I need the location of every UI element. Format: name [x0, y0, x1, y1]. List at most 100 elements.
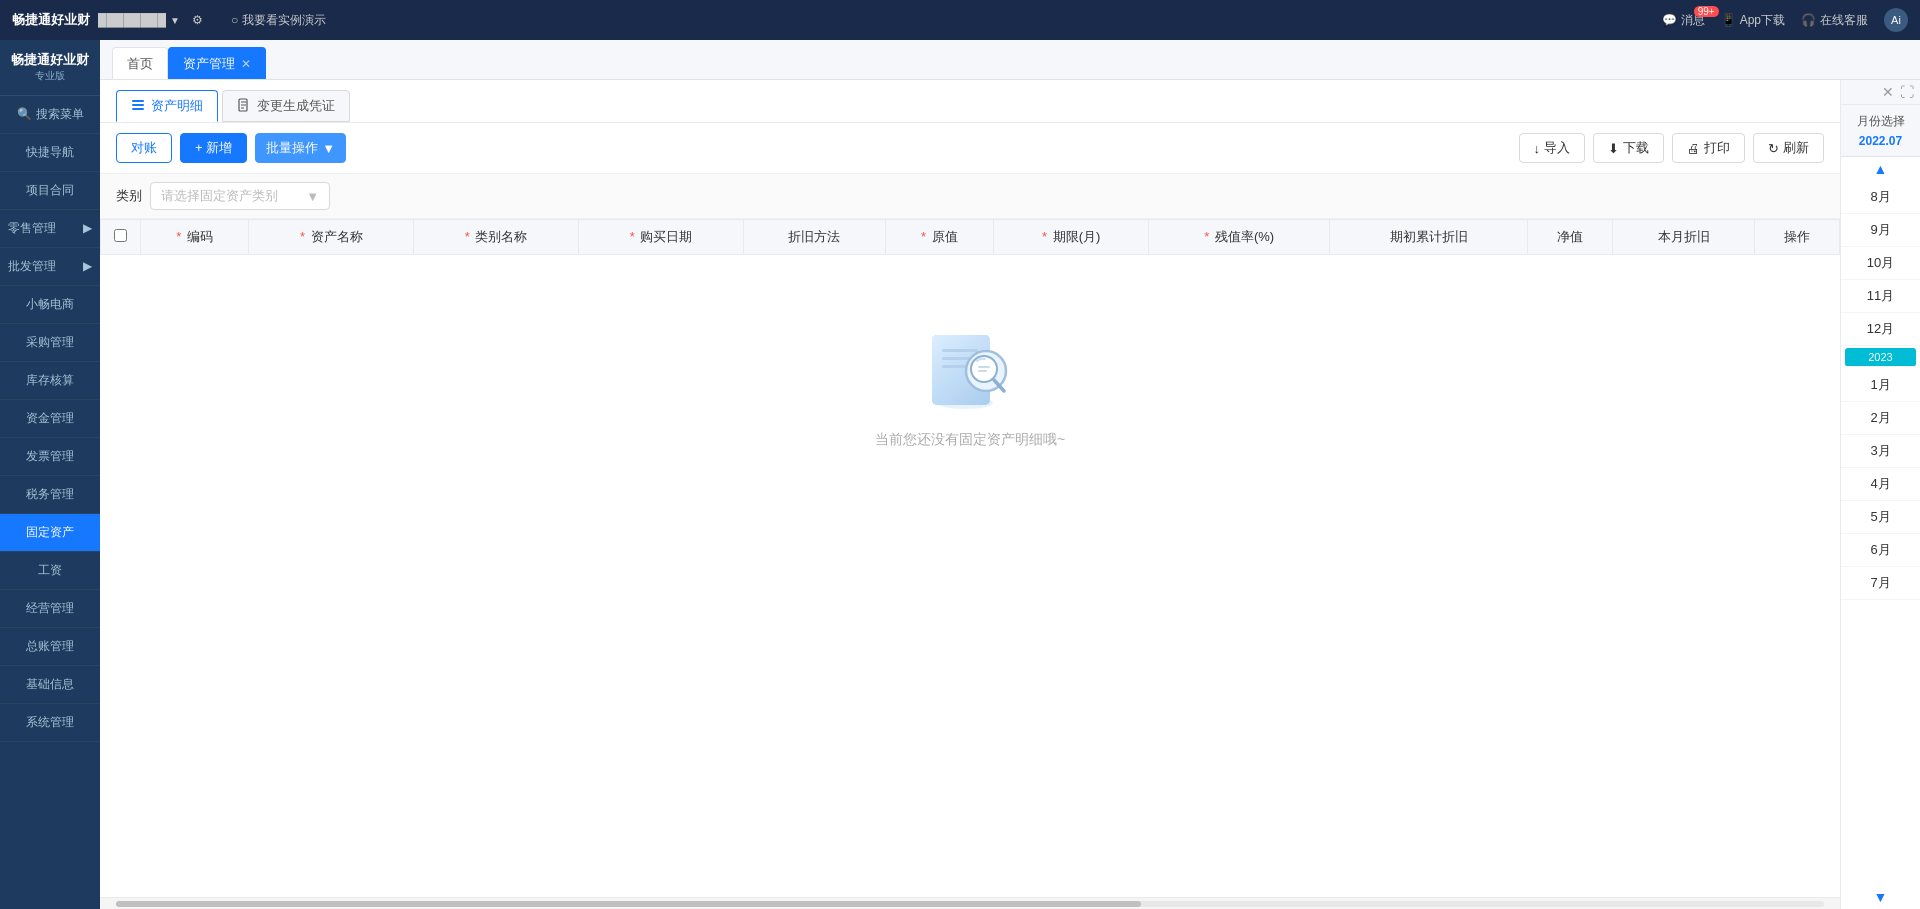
month-item-2023-6[interactable]: 6月 [1841, 534, 1920, 567]
page-content: 资产明细 变更生成凭证 对账 + 新增 [100, 80, 1920, 909]
sidebar-item-basic-info[interactable]: 基础信息 [0, 666, 100, 704]
select-all-checkbox[interactable] [114, 229, 127, 242]
month-nav-up[interactable]: ▲ [1841, 157, 1920, 181]
month-item-11[interactable]: 11月 [1841, 280, 1920, 313]
sidebar-item-label-sys-admin: 系统管理 [26, 714, 74, 731]
month-item-2023-5[interactable]: 5月 [1841, 501, 1920, 534]
tab-close-icon[interactable]: ✕ [241, 57, 251, 71]
sidebar-item-ecommerce[interactable]: 小畅电商 [0, 286, 100, 324]
sidebar-item-wholesale[interactable]: 批发管理 ▶ [0, 248, 100, 286]
tab-home[interactable]: 首页 [112, 47, 168, 79]
sidebar-item-tax[interactable]: 税务管理 [0, 476, 100, 514]
empty-state: 当前您还没有固定资产明细哦~ [101, 255, 1840, 509]
refresh-button[interactable]: ↻ 刷新 [1753, 133, 1824, 163]
year-2023-badge[interactable]: 2023 [1845, 348, 1916, 367]
tab-asset-mgmt-label: 资产管理 [183, 55, 235, 73]
empty-illustration [910, 315, 1030, 415]
sidebar-item-invoice[interactable]: 发票管理 [0, 438, 100, 476]
add-label: + 新增 [195, 139, 232, 157]
sidebar-logo-title: 畅捷通好业财 [8, 52, 92, 69]
month-scroll[interactable]: 8月 9月 10月 11月 12月 2023 1月 2月 3月 4月 5月 6月… [1841, 181, 1920, 885]
reconcile-button[interactable]: 对账 [116, 133, 172, 163]
sidebar-logo-sub: 专业版 [8, 69, 92, 83]
month-item-8[interactable]: 8月 [1841, 181, 1920, 214]
tab-bar: 首页 资产管理 ✕ [100, 40, 1920, 80]
sidebar-item-label-purchase: 采购管理 [26, 334, 74, 351]
import-button[interactable]: ↓ 导入 [1519, 133, 1586, 163]
sidebar-item-inventory[interactable]: 库存核算 [0, 362, 100, 400]
headset-icon: 🎧 [1801, 13, 1816, 27]
th-residual-rate: * 残值率(%) [1149, 220, 1330, 255]
scroll-track[interactable] [116, 901, 1824, 907]
list-icon [131, 98, 145, 115]
sidebar-item-label-tax: 税务管理 [26, 486, 74, 503]
month-item-2023-1[interactable]: 1月 [1841, 369, 1920, 402]
month-item-9[interactable]: 9月 [1841, 214, 1920, 247]
settings-icon[interactable]: ⚙ [192, 13, 203, 27]
panel-expand-icon[interactable]: ⛶ [1900, 84, 1914, 100]
table-header-row: * 编码 * 资产名称 * 类别名称 [101, 220, 1840, 255]
online-service-label: 在线客服 [1820, 12, 1868, 29]
asset-table: * 编码 * 资产名称 * 类别名称 [100, 219, 1840, 509]
company-selector[interactable]: ████████ ▼ ⚙ [98, 13, 203, 27]
sidebar-item-purchase[interactable]: 采购管理 [0, 324, 100, 362]
month-nav-down[interactable]: ▼ [1841, 885, 1920, 909]
demo-link[interactable]: ○ 我要看实例演示 [231, 12, 326, 29]
sidebar-item-quick-nav[interactable]: 快捷导航 [0, 134, 100, 172]
month-item-2023-4[interactable]: 4月 [1841, 468, 1920, 501]
sidebar-item-label-search: 搜索菜单 [36, 106, 84, 123]
print-button[interactable]: 🖨 打印 [1672, 133, 1745, 163]
download-button[interactable]: ⬇ 下载 [1593, 133, 1664, 163]
table-empty-row: 当前您还没有固定资产明细哦~ [101, 255, 1840, 510]
add-button[interactable]: + 新增 [180, 133, 247, 163]
sidebar-item-finance[interactable]: 资金管理 [0, 400, 100, 438]
month-item-2023-3[interactable]: 3月 [1841, 435, 1920, 468]
online-service-button[interactable]: 🎧 在线客服 [1801, 12, 1868, 29]
app-download-button[interactable]: 📱 App下载 [1721, 12, 1785, 29]
toolbar: 对账 + 新增 批量操作 ▼ ↓ 导入 [100, 123, 1840, 174]
month-item-2023-2[interactable]: 2月 [1841, 402, 1920, 435]
company-name: ████████ [98, 13, 166, 27]
th-period-months: * 期限(月) [993, 220, 1148, 255]
sidebar-item-search[interactable]: 🔍 搜索菜单 [0, 96, 100, 134]
user-avatar[interactable]: Ai [1884, 8, 1908, 32]
app-title: 畅捷通好业财 [12, 11, 90, 29]
sub-tabs: 资产明细 变更生成凭证 [100, 80, 1840, 123]
sidebar-item-operations[interactable]: 经营管理 [0, 590, 100, 628]
sidebar-item-sys-admin[interactable]: 系统管理 [0, 704, 100, 742]
th-net-value: 净值 [1528, 220, 1613, 255]
panel-controls: ✕ ⛶ [1841, 80, 1920, 105]
sub-tab-change-voucher[interactable]: 变更生成凭证 [222, 90, 350, 122]
sidebar-item-payroll[interactable]: 工资 [0, 552, 100, 590]
category-filter-label: 类别 [116, 187, 142, 205]
chevron-down-icon-batch: ▼ [322, 141, 335, 156]
chevron-down-icon[interactable]: ▼ [170, 15, 180, 26]
month-panel-header: 月份选择 2022.07 [1841, 105, 1920, 157]
bottom-scrollbar[interactable] [100, 897, 1840, 909]
scroll-thumb[interactable] [116, 901, 1141, 907]
th-original-value: * 原值 [885, 220, 993, 255]
sidebar-item-retail[interactable]: 零售管理 ▶ [0, 210, 100, 248]
message-button[interactable]: 💬 消息 99+ [1662, 12, 1705, 29]
month-item-2023-7[interactable]: 7月 [1841, 567, 1920, 600]
top-bar-left: 畅捷通好业财 ████████ ▼ ⚙ ○ 我要看实例演示 [12, 11, 1662, 29]
sidebar-item-label-fixed-assets: 固定资产 [26, 524, 74, 541]
svg-rect-16 [978, 366, 990, 368]
category-select-placeholder: 请选择固定资产类别 [161, 187, 278, 205]
tab-asset-mgmt[interactable]: 资产管理 ✕ [168, 47, 266, 79]
content-area: 首页 资产管理 ✕ 资产明细 [100, 40, 1920, 909]
th-code: * 编码 [141, 220, 249, 255]
sidebar-item-fixed-assets[interactable]: 固定资产 [0, 514, 100, 552]
sidebar-item-general-ledger[interactable]: 总账管理 [0, 628, 100, 666]
sidebar-item-label-payroll: 工资 [38, 562, 62, 579]
chevron-right-icon-2: ▶ [83, 259, 92, 273]
sidebar-item-project[interactable]: 项目合同 [0, 172, 100, 210]
month-item-12[interactable]: 12月 [1841, 313, 1920, 346]
batch-button[interactable]: 批量操作 ▼ [255, 133, 346, 163]
app-download-label: App下载 [1740, 12, 1785, 29]
category-select-dropdown[interactable]: 请选择固定资产类别 ▼ [150, 182, 330, 210]
svg-rect-11 [942, 357, 970, 360]
panel-close-icon[interactable]: ✕ [1882, 84, 1894, 100]
sub-tab-asset-detail[interactable]: 资产明细 [116, 90, 218, 122]
month-item-10[interactable]: 10月 [1841, 247, 1920, 280]
